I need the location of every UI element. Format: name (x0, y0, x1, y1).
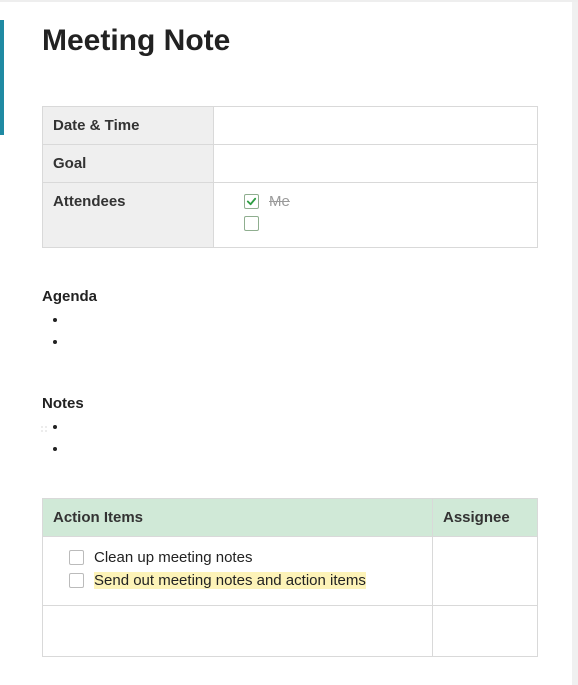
action-item-text[interactable]: Send out meeting notes and action items (94, 572, 366, 589)
list-item[interactable] (68, 418, 536, 440)
table-row: Goal (43, 145, 538, 183)
table-row: Clean up meeting notes Send out meeting … (43, 537, 538, 606)
goal-header: Goal (43, 145, 214, 183)
top-divider (0, 0, 578, 2)
goal-cell[interactable] (214, 145, 538, 183)
notes-list[interactable] (42, 418, 536, 462)
page: Meeting Note Date & Time Goal Attendees (0, 0, 578, 685)
action-items-header: Action Items (43, 499, 433, 537)
assignee-header: Assignee (433, 499, 538, 537)
date-time-cell[interactable] (214, 107, 538, 145)
attendee-label: Me (269, 193, 290, 210)
checkbox-icon[interactable] (244, 194, 259, 209)
content-area: Meeting Note Date & Time Goal Attendees (0, 0, 578, 685)
assignee-cell[interactable] (433, 537, 538, 606)
action-item-row: Clean up meeting notes (69, 549, 422, 566)
action-items-table: Action Items Assignee Clean up meeting n… (42, 498, 538, 657)
page-title[interactable]: Meeting Note (42, 24, 536, 58)
list-item[interactable] (68, 311, 536, 333)
checkbox-icon[interactable] (69, 573, 84, 588)
list-item[interactable] (68, 333, 536, 355)
table-row (43, 606, 538, 657)
meta-table: Date & Time Goal Attendees Me (42, 106, 538, 248)
accent-bar (0, 20, 4, 135)
drag-handle-icon[interactable] (40, 425, 50, 435)
action-items-cell[interactable] (43, 606, 433, 657)
attendees-header: Attendees (43, 183, 214, 248)
assignee-cell[interactable] (433, 606, 538, 657)
table-row: Attendees Me (43, 183, 538, 248)
agenda-list[interactable] (42, 311, 536, 355)
list-item[interactable] (68, 440, 536, 462)
action-item-row: Send out meeting notes and action items (69, 572, 422, 589)
table-row: Action Items Assignee (43, 499, 538, 537)
notes-heading: Notes (42, 395, 536, 412)
date-time-header: Date & Time (43, 107, 214, 145)
agenda-heading: Agenda (42, 288, 536, 305)
attendees-cell[interactable]: Me (214, 183, 538, 248)
notes-wrap (42, 418, 536, 462)
table-row: Date & Time (43, 107, 538, 145)
scrollbar-track[interactable] (572, 2, 578, 685)
checkbox-icon[interactable] (69, 550, 84, 565)
attendee-row (244, 216, 527, 231)
action-item-text[interactable]: Clean up meeting notes (94, 549, 252, 566)
checkbox-icon[interactable] (244, 216, 259, 231)
action-items-cell[interactable]: Clean up meeting notes Send out meeting … (43, 537, 433, 606)
attendee-row: Me (244, 193, 527, 210)
